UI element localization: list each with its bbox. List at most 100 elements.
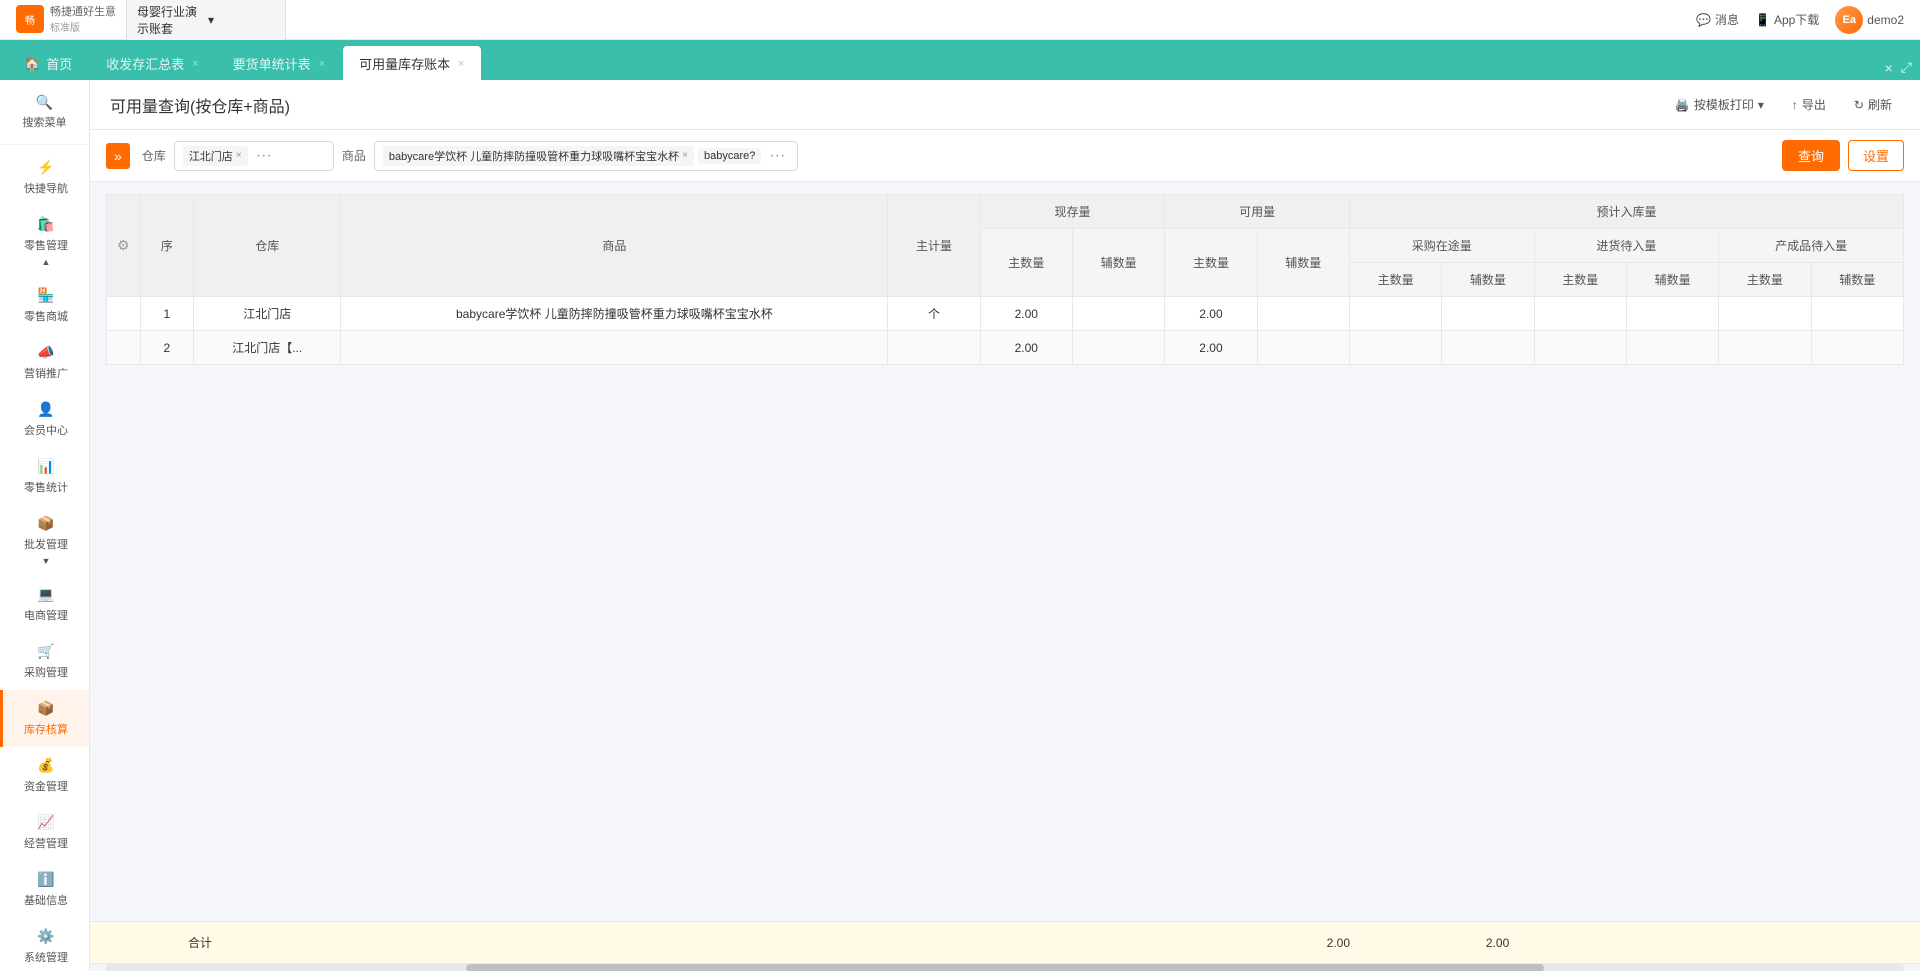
refresh-btn[interactable]: ↻ 刷新: [1846, 92, 1900, 117]
print-label: 按模板打印: [1694, 96, 1754, 113]
horizontal-scrollbar[interactable]: [90, 963, 1920, 971]
product-tag-babycare: babycare学饮杯 儿童防摔防撞吸管杯重力球吸嘴杯宝宝水杯 ×: [383, 146, 694, 166]
message-btn[interactable]: 💬 消息: [1696, 11, 1739, 28]
sidebar-item-wholesale-mgmt[interactable]: 📦 批发管理 ▼: [0, 505, 89, 576]
tab-available-stock-close[interactable]: ×: [458, 58, 464, 70]
sidebar-item-base-info[interactable]: ℹ️ 基础信息: [0, 861, 89, 918]
query-btn[interactable]: 查询: [1782, 140, 1840, 171]
warehouse-more-btn[interactable]: ···: [252, 147, 276, 165]
td-incoming-aux-2: [1626, 331, 1718, 365]
tab-available-stock[interactable]: 可用量库存账本 ×: [343, 46, 480, 81]
tab-receive-send-label: 收发存汇总表: [106, 54, 184, 73]
sidebar-item-retail-store[interactable]: 🏪 零售商城: [0, 277, 89, 334]
warehouse-tag-text: 江北门店: [189, 148, 233, 164]
member-center-icon: 👤: [37, 401, 54, 418]
sidebar-nav: ⚡ 快捷导航 🛍️ 零售管理 ▲ 🏪 零售商城 📣 营销推广 👤 会员中心: [0, 145, 89, 971]
export-btn[interactable]: ↑ 导出: [1784, 92, 1834, 117]
tab-order-stats-close[interactable]: ×: [319, 58, 325, 70]
td-incoming-main-1: [1534, 297, 1626, 331]
quick-nav-label: 快捷导航: [24, 180, 68, 196]
sidebar-item-ecommerce[interactable]: 💻 电商管理: [0, 576, 89, 633]
td-warehouse-1: 江北门店: [194, 297, 341, 331]
marketing-label: 营销推广: [24, 365, 68, 381]
chevron-down-icon: ▾: [208, 13, 275, 27]
sidebar-item-member-center[interactable]: 👤 会员中心: [0, 391, 89, 448]
summary-bar: 合计 2.00 2.00: [90, 921, 1920, 963]
close-all-tabs-btn[interactable]: ×: [1885, 60, 1893, 76]
td-purchase-main-2: [1349, 331, 1441, 365]
td-product-aux-2: [1811, 331, 1903, 365]
th-current-stock: 现存量: [980, 195, 1165, 229]
td-unit-2: [888, 331, 980, 365]
settings-btn[interactable]: 设置: [1848, 140, 1904, 171]
retail-store-label: 零售商城: [24, 308, 68, 324]
filter-bar: » 仓库 江北门店 × ··· 商品 babycare学饮杯 儿童防摔防撞吸管杯…: [90, 130, 1920, 182]
summary-current-main: 2.00: [1284, 930, 1393, 955]
tab-order-stats[interactable]: 要货单统计表 ×: [217, 46, 341, 81]
td-settings: [107, 297, 141, 331]
app-download-btn[interactable]: 📱 App下载: [1755, 11, 1819, 28]
app-download-label: App下载: [1774, 11, 1819, 28]
td-incoming-main-2: [1534, 331, 1626, 365]
sidebar-item-marketing[interactable]: 📣 营销推广: [0, 334, 89, 391]
tab-receive-send[interactable]: 收发存汇总表 ×: [90, 46, 214, 81]
retail-mgmt-icon: 🛍️: [37, 216, 54, 233]
message-label: 消息: [1715, 11, 1739, 28]
ops-icon: 📈: [37, 814, 54, 831]
top-bar: 畅 畅捷通好生意 标准版 母婴行业演示账套 ▾ 💬 消息 📱 App下载 Ea …: [0, 0, 1920, 40]
filter-toggle-btn[interactable]: »: [106, 143, 130, 169]
sidebar-item-finance[interactable]: 💰 资金管理: [0, 747, 89, 804]
sidebar-item-sys-mgmt[interactable]: ⚙️ 系统管理: [0, 918, 89, 971]
th-incoming-aux: 辅数量: [1626, 263, 1718, 297]
sidebar-item-purchase[interactable]: 🛒 采购管理: [0, 633, 89, 690]
page-actions: 🖨️ 按模板打印 ▾ ↑ 导出 ↻ 刷新: [1667, 92, 1900, 117]
retail-mgmt-expand-icon: ▲: [42, 257, 51, 267]
th-current-aux: 辅数量: [1072, 229, 1164, 297]
sidebar-item-retail-stats[interactable]: 📊 零售统计: [0, 448, 89, 505]
td-product-main-1: [1719, 297, 1811, 331]
print-template-btn[interactable]: 🖨️ 按模板打印 ▾: [1667, 92, 1772, 117]
product-filter-input[interactable]: babycare学饮杯 儿童防摔防撞吸管杯重力球吸嘴杯宝宝水杯 × babyca…: [374, 141, 799, 171]
search-menu-btn[interactable]: 🔍 搜索菜单: [8, 88, 81, 136]
td-current-main-1: 2.00: [980, 297, 1072, 331]
sidebar-item-ops[interactable]: 📈 经营管理: [0, 804, 89, 861]
print-icon: 🖨️: [1675, 98, 1690, 112]
wholesale-expand-icon: ▼: [42, 556, 51, 566]
base-info-label: 基础信息: [24, 892, 68, 908]
quick-nav-icon: ⚡: [37, 159, 54, 176]
export-icon: ↑: [1792, 98, 1798, 112]
td-settings-2: [107, 331, 141, 365]
filter-group: 仓库 江北门店 × ··· 商品 babycare学饮杯 儿童防摔防撞吸管杯重力…: [142, 141, 1770, 171]
retail-stats-label: 零售统计: [24, 479, 68, 495]
warehouse-tag-close[interactable]: ×: [236, 150, 242, 161]
tab-available-stock-label: 可用量库存账本: [359, 54, 450, 73]
wholesale-mgmt-label: 批发管理: [24, 536, 68, 552]
summary-row: 合计 2.00 2.00: [106, 930, 1904, 955]
page-title-row: 可用量查询(按仓库+商品) 🖨️ 按模板打印 ▾ ↑ 导出 ↻ 刷新: [110, 92, 1900, 117]
tab-home[interactable]: 🏠 首页: [8, 46, 88, 81]
user-profile-btn[interactable]: Ea demo2: [1835, 6, 1904, 34]
org-selector[interactable]: 母婴行业演示账套 ▾: [126, 0, 286, 42]
top-bar-right: 💬 消息 📱 App下载 Ea demo2: [1696, 6, 1904, 34]
nav-tabs-bar: 🏠 首页 收发存汇总表 × 要货单统计表 × 可用量库存账本 × × ⤢: [0, 40, 1920, 80]
maximize-btn[interactable]: ⤢: [1901, 59, 1912, 76]
warehouse-filter-input[interactable]: 江北门店 × ···: [174, 141, 334, 171]
sidebar-item-quick-nav[interactable]: ⚡ 快捷导航: [0, 149, 89, 206]
tab-receive-send-close[interactable]: ×: [192, 58, 198, 70]
wholesale-mgmt-icon: 📦: [37, 515, 54, 532]
product-more-btn[interactable]: ···: [765, 147, 789, 165]
table-settings-icon[interactable]: ⚙: [117, 237, 130, 253]
tab-home-label: 首页: [46, 54, 72, 73]
sidebar-item-inventory[interactable]: 📦 库存核算: [0, 690, 89, 747]
th-settings[interactable]: ⚙: [107, 195, 141, 297]
sys-mgmt-icon: ⚙️: [37, 928, 54, 945]
finance-label: 资金管理: [24, 778, 68, 794]
product-tag-close[interactable]: ×: [682, 150, 688, 161]
retail-mgmt-label: 零售管理: [24, 237, 68, 253]
org-name: 母婴行业演示账套: [137, 3, 204, 37]
sidebar-item-retail-mgmt[interactable]: 🛍️ 零售管理 ▲: [0, 206, 89, 277]
scroll-thumb[interactable]: [466, 964, 1545, 971]
summary-avail-aux: [1552, 930, 1602, 955]
th-available: 可用量: [1165, 195, 1350, 229]
td-purchase-main-1: [1349, 297, 1441, 331]
